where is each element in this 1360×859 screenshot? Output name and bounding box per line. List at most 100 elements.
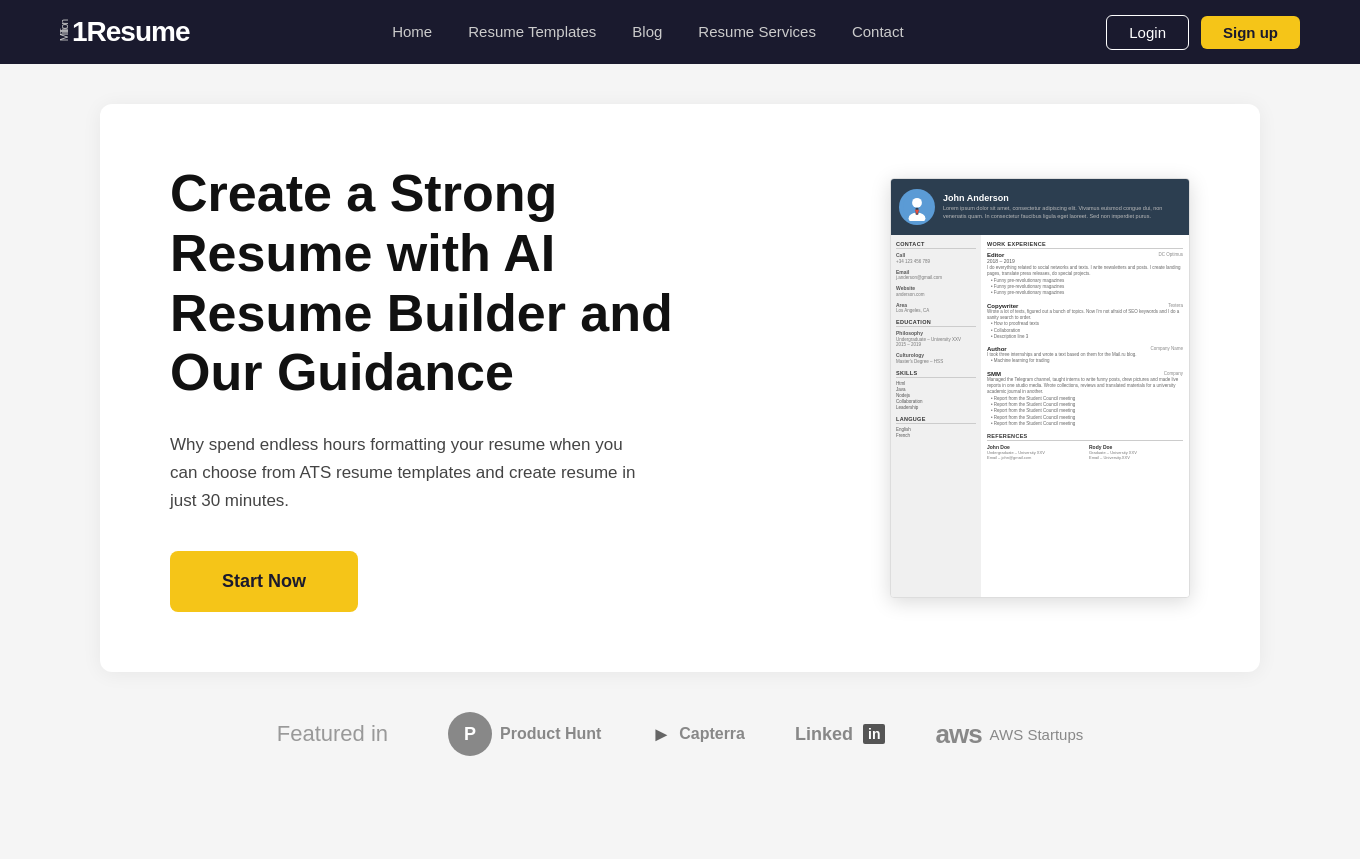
job-copy-company: Textera	[1168, 303, 1183, 309]
job-smm: SMM Company Managed the Telegram channel…	[987, 371, 1183, 427]
job-editor-dates: 2018 – 2019	[987, 258, 1183, 264]
resume-right-column: WORK EXPERIENCE Editor DC Optimus 2018 –…	[981, 235, 1189, 597]
language-section-title: LANGUGE	[896, 416, 976, 424]
nav-actions: Login Sign up	[1106, 15, 1300, 50]
job-copy-b3: Description line 3	[991, 334, 1183, 340]
edu2-degree: Culturology	[896, 352, 976, 358]
linkedin-in-box: in	[863, 724, 885, 744]
resume-avatar	[899, 189, 935, 225]
logo-capterra: ► Capterra	[651, 723, 745, 746]
area-label: Area	[896, 302, 976, 308]
featured-label: Featured in	[277, 721, 388, 747]
aws-text: aws	[935, 719, 981, 750]
logo-linkedin: Linked in	[795, 724, 885, 745]
logo-product-hunt: P Product Hunt	[448, 712, 601, 756]
hero-subtitle: Why spend endless hours formatting your …	[170, 431, 650, 515]
email-value: j.anderson@gmail.com	[896, 275, 976, 280]
resume-body: CONTACT Call +34 123 456 789 Email j.and…	[891, 235, 1189, 597]
lang-french: French	[896, 433, 976, 438]
job-author-company: Company Name	[1150, 346, 1183, 352]
linkedin-text: Linked	[795, 724, 853, 745]
lang-english: English	[896, 427, 976, 432]
logo[interactable]: Million 1 Resume	[60, 16, 190, 48]
contact-section-title: CONTACT	[896, 241, 976, 249]
contact-website: Website anderson.com	[896, 285, 976, 297]
page-wrapper: Create a Strong Resume with AI Resume Bu…	[80, 104, 1280, 672]
work-section-title: WORK EXPERIENCE	[987, 241, 1183, 249]
references: John Doe Undergraduate – University XXV …	[987, 444, 1183, 460]
hero-text: Create a Strong Resume with AI Resume Bu…	[170, 164, 730, 612]
edu1-school: Undergraduate – University XXV	[896, 337, 976, 342]
hero-card: Create a Strong Resume with AI Resume Bu…	[100, 104, 1260, 672]
edu1-degree: Philosophy	[896, 330, 976, 336]
resume-header: John Anderson Lorem ipsum dolor sit amet…	[891, 179, 1189, 235]
skill-nodejs: Nodejs	[896, 393, 976, 398]
ph-icon: P	[448, 712, 492, 756]
nav-home[interactable]: Home	[392, 23, 432, 40]
job-smm-desc: Managed the Telegram channel, taught int…	[987, 377, 1183, 396]
call-value: +34 123 456 789	[896, 259, 976, 264]
edu2-school: Master's Degree – HSS	[896, 359, 976, 364]
resume-preview: John Anderson Lorem ipsum dolor sit amet…	[890, 178, 1190, 598]
ref1: John Doe Undergraduate – University XXV …	[987, 444, 1081, 460]
job-author-b1: Machine learning for trading	[991, 358, 1183, 364]
contact-address: Area Los Angeles, CA	[896, 302, 976, 314]
resume-person-name: John Anderson	[943, 193, 1181, 203]
ref1-email: Email – john@gmail.com	[987, 455, 1081, 460]
ref2: Rody Doe Graduate – University XXV Email…	[1089, 444, 1183, 460]
job-smm-company: Company	[1164, 371, 1183, 377]
capterra-label: Capterra	[679, 725, 745, 743]
job-copywriter: Copywriter Textera Wrote a lot of texts,…	[987, 303, 1183, 340]
logo-aws: aws AWS Startups	[935, 719, 1083, 750]
contact-call: Call +34 123 456 789	[896, 252, 976, 264]
resume-name-block: John Anderson Lorem ipsum dolor sit amet…	[943, 193, 1181, 220]
references-section-title: REFERENCES	[987, 433, 1183, 441]
aws-startups-label: AWS Startups	[990, 726, 1084, 743]
ref2-email: Email – University.XXV	[1089, 455, 1183, 460]
ph-label: Product Hunt	[500, 725, 601, 743]
email-label: Email	[896, 269, 976, 275]
job-copy-title: Copywriter	[987, 303, 1018, 309]
job-editor-date: DC Optimus	[1158, 252, 1183, 258]
edu1-dates: 2015 – 2019	[896, 342, 976, 347]
job-smm-title: SMM	[987, 371, 1001, 377]
skill-leadership: Leadership	[896, 405, 976, 410]
nav-contact[interactable]: Contact	[852, 23, 904, 40]
navbar: Million 1 Resume Home Resume Templates B…	[0, 0, 1360, 64]
nav-links: Home Resume Templates Blog Resume Servic…	[392, 23, 903, 41]
resume-left-column: CONTACT Call +34 123 456 789 Email j.and…	[891, 235, 981, 597]
job-editor-b3: Funny pre-revolutionary magazines	[991, 290, 1183, 296]
skill-collab: Collaboration	[896, 399, 976, 404]
job-editor: Editor DC Optimus 2018 – 2019 I do every…	[987, 252, 1183, 296]
nav-services[interactable]: Resume Services	[698, 23, 816, 40]
skill-html: Html	[896, 381, 976, 386]
job-author: Author Company Name I took three interns…	[987, 346, 1183, 365]
logo-text: Resume	[87, 16, 190, 48]
featured-section: Featured in P Product Hunt ► Capterra Li…	[80, 712, 1280, 756]
website-label: Website	[896, 285, 976, 291]
logo-million: Million	[60, 20, 70, 41]
job-copy-desc: Wrote a lot of texts, figured out a bunc…	[987, 309, 1183, 322]
website-value: anderson.com	[896, 292, 976, 297]
hero-title: Create a Strong Resume with AI Resume Bu…	[170, 164, 730, 403]
nav-templates[interactable]: Resume Templates	[468, 23, 596, 40]
edu2: Culturology Master's Degree – HSS	[896, 352, 976, 364]
skill-java: Java	[896, 387, 976, 392]
resume-tagline: Lorem ipsum dolor sit amet, consectetur …	[943, 205, 1181, 220]
capterra-icon: ►	[651, 723, 671, 746]
featured-logos: P Product Hunt ► Capterra Linked in aws …	[448, 712, 1083, 756]
contact-email: Email j.anderson@gmail.com	[896, 269, 976, 281]
signup-button[interactable]: Sign up	[1201, 16, 1300, 49]
svg-point-1	[912, 198, 922, 208]
logo-one: 1	[72, 16, 87, 48]
job-editor-desc: I do everything related to social networ…	[987, 265, 1183, 278]
edu1: Philosophy Undergraduate – University XX…	[896, 330, 976, 347]
start-now-button[interactable]: Start Now	[170, 551, 358, 612]
education-section-title: EDUCATION	[896, 319, 976, 327]
login-button[interactable]: Login	[1106, 15, 1189, 50]
nav-blog[interactable]: Blog	[632, 23, 662, 40]
area-value: Los Angeles, CA	[896, 308, 976, 313]
skills-section-title: SKILLS	[896, 370, 976, 378]
call-label: Call	[896, 252, 976, 258]
job-smm-b5: Report from the Student Council meeting	[991, 421, 1183, 427]
